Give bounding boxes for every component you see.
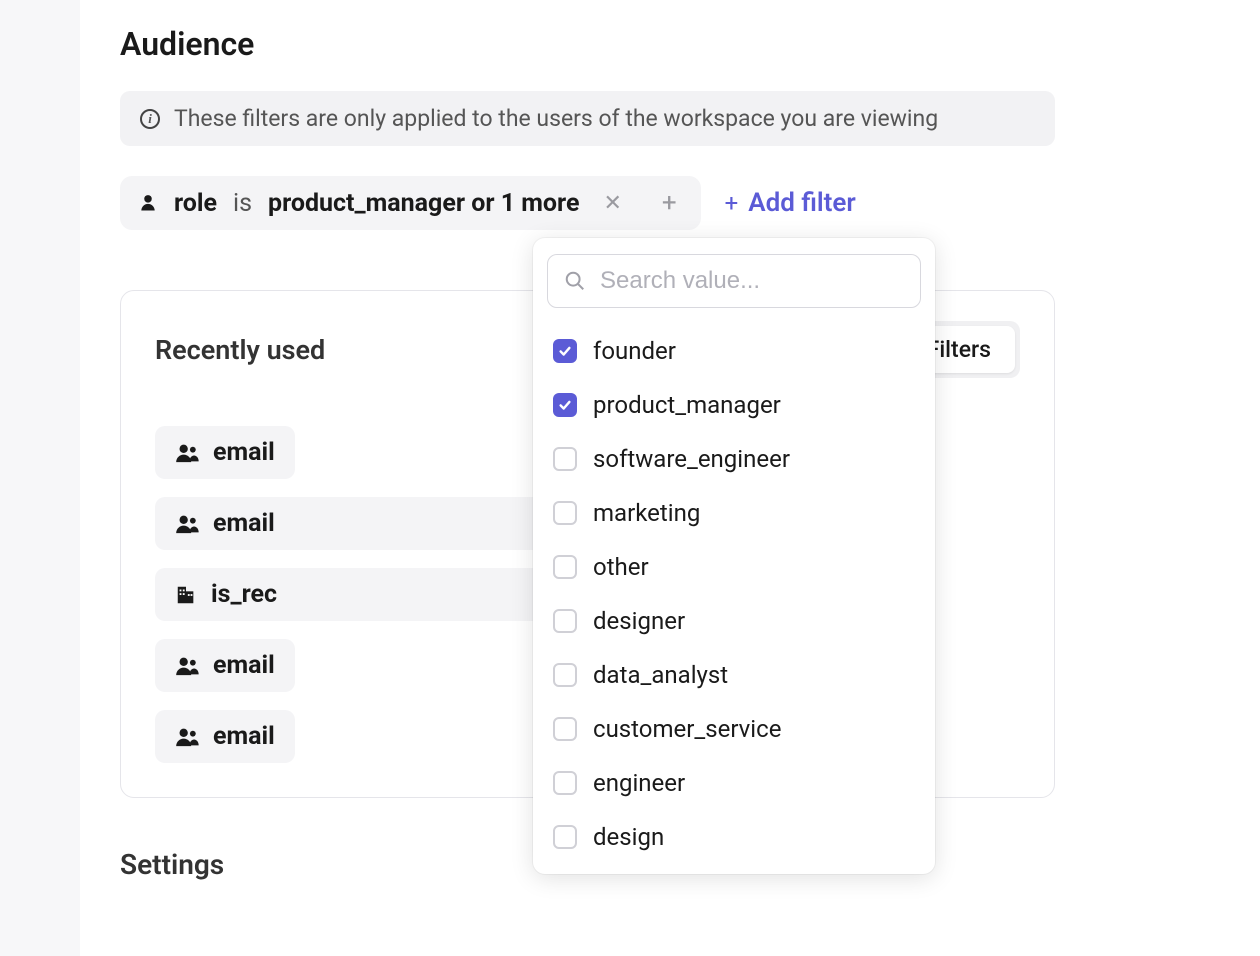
dropdown-option[interactable]: founder xyxy=(547,324,921,378)
filter-key: role xyxy=(174,189,217,218)
recent-key: email xyxy=(213,509,275,538)
checkbox-unchecked-icon[interactable] xyxy=(553,447,577,471)
checkbox-unchecked-icon[interactable] xyxy=(553,555,577,579)
remove-filter-icon[interactable]: ✕ xyxy=(595,191,629,216)
people-icon xyxy=(175,514,199,534)
dropdown-option[interactable]: marketing xyxy=(547,486,921,540)
checkbox-unchecked-icon[interactable] xyxy=(553,717,577,741)
dropdown-option-label: software_engineer xyxy=(593,445,790,473)
dropdown-option-label: customer_service xyxy=(593,715,781,743)
filter-row: role is product_manager or 1 more ✕ + + … xyxy=(120,176,1220,230)
people-icon xyxy=(175,443,199,463)
checkbox-unchecked-icon[interactable] xyxy=(553,825,577,849)
dropdown-option-label: engineer xyxy=(593,769,685,797)
dropdown-option-label: design xyxy=(593,823,664,851)
people-icon xyxy=(175,656,199,676)
dropdown-option[interactable]: customer_service xyxy=(547,702,921,756)
checkbox-unchecked-icon[interactable] xyxy=(553,501,577,525)
plus-icon: + xyxy=(725,189,739,217)
recent-key: email xyxy=(213,651,275,680)
recent-filter-item[interactable]: email xyxy=(155,426,295,479)
dropdown-option[interactable]: engineer xyxy=(547,756,921,810)
dropdown-option[interactable]: design xyxy=(547,810,921,864)
main-content: Audience i These filters are only applie… xyxy=(80,0,1260,956)
dropdown-option-label: designer xyxy=(593,607,685,635)
dropdown-option[interactable]: data_analyst xyxy=(547,648,921,702)
value-dropdown: founder product_manager software_engineerm… xyxy=(533,238,935,874)
dropdown-option[interactable]: other xyxy=(547,540,921,594)
page-title: Audience xyxy=(120,25,1220,63)
dropdown-option[interactable]: designer xyxy=(547,594,921,648)
dropdown-option-label: founder xyxy=(593,337,676,365)
dropdown-option[interactable]: product_manager xyxy=(547,378,921,432)
filter-op: is xyxy=(233,189,252,218)
dropdown-options-list: founder product_manager software_engineerm… xyxy=(547,324,921,864)
recent-filter-item[interactable]: email xyxy=(155,710,295,763)
recent-key: email xyxy=(213,438,275,467)
recent-filter-item[interactable]: email xyxy=(155,639,295,692)
checkbox-checked-icon[interactable] xyxy=(553,339,577,363)
filter-value: product_manager or 1 more xyxy=(268,189,579,218)
add-value-icon[interactable]: + xyxy=(646,188,683,218)
recent-key: is_rec xyxy=(211,580,277,609)
checkbox-unchecked-icon[interactable] xyxy=(553,609,577,633)
search-box[interactable] xyxy=(547,254,921,308)
info-banner: i These filters are only applied to the … xyxy=(120,91,1055,146)
user-icon xyxy=(138,193,158,213)
dropdown-option[interactable]: software_engineer xyxy=(547,432,921,486)
dropdown-option-label: marketing xyxy=(593,499,700,527)
building-icon xyxy=(175,584,197,606)
info-text: These filters are only applied to the us… xyxy=(174,105,938,132)
search-icon xyxy=(564,270,586,292)
search-input[interactable] xyxy=(600,267,904,295)
dropdown-option-label: other xyxy=(593,553,649,581)
recent-key: email xyxy=(213,722,275,751)
panel-title: Recently used xyxy=(155,334,325,366)
left-sidebar xyxy=(0,0,80,956)
add-filter-label: Add filter xyxy=(748,188,855,218)
info-icon: i xyxy=(140,109,160,129)
add-filter-button[interactable]: + Add filter xyxy=(721,180,860,226)
dropdown-option-label: product_manager xyxy=(593,391,781,419)
dropdown-option-label: data_analyst xyxy=(593,661,728,689)
people-icon xyxy=(175,727,199,747)
checkbox-unchecked-icon[interactable] xyxy=(553,663,577,687)
checkbox-unchecked-icon[interactable] xyxy=(553,771,577,795)
filter-chip-role[interactable]: role is product_manager or 1 more ✕ + xyxy=(120,176,701,230)
checkbox-checked-icon[interactable] xyxy=(553,393,577,417)
